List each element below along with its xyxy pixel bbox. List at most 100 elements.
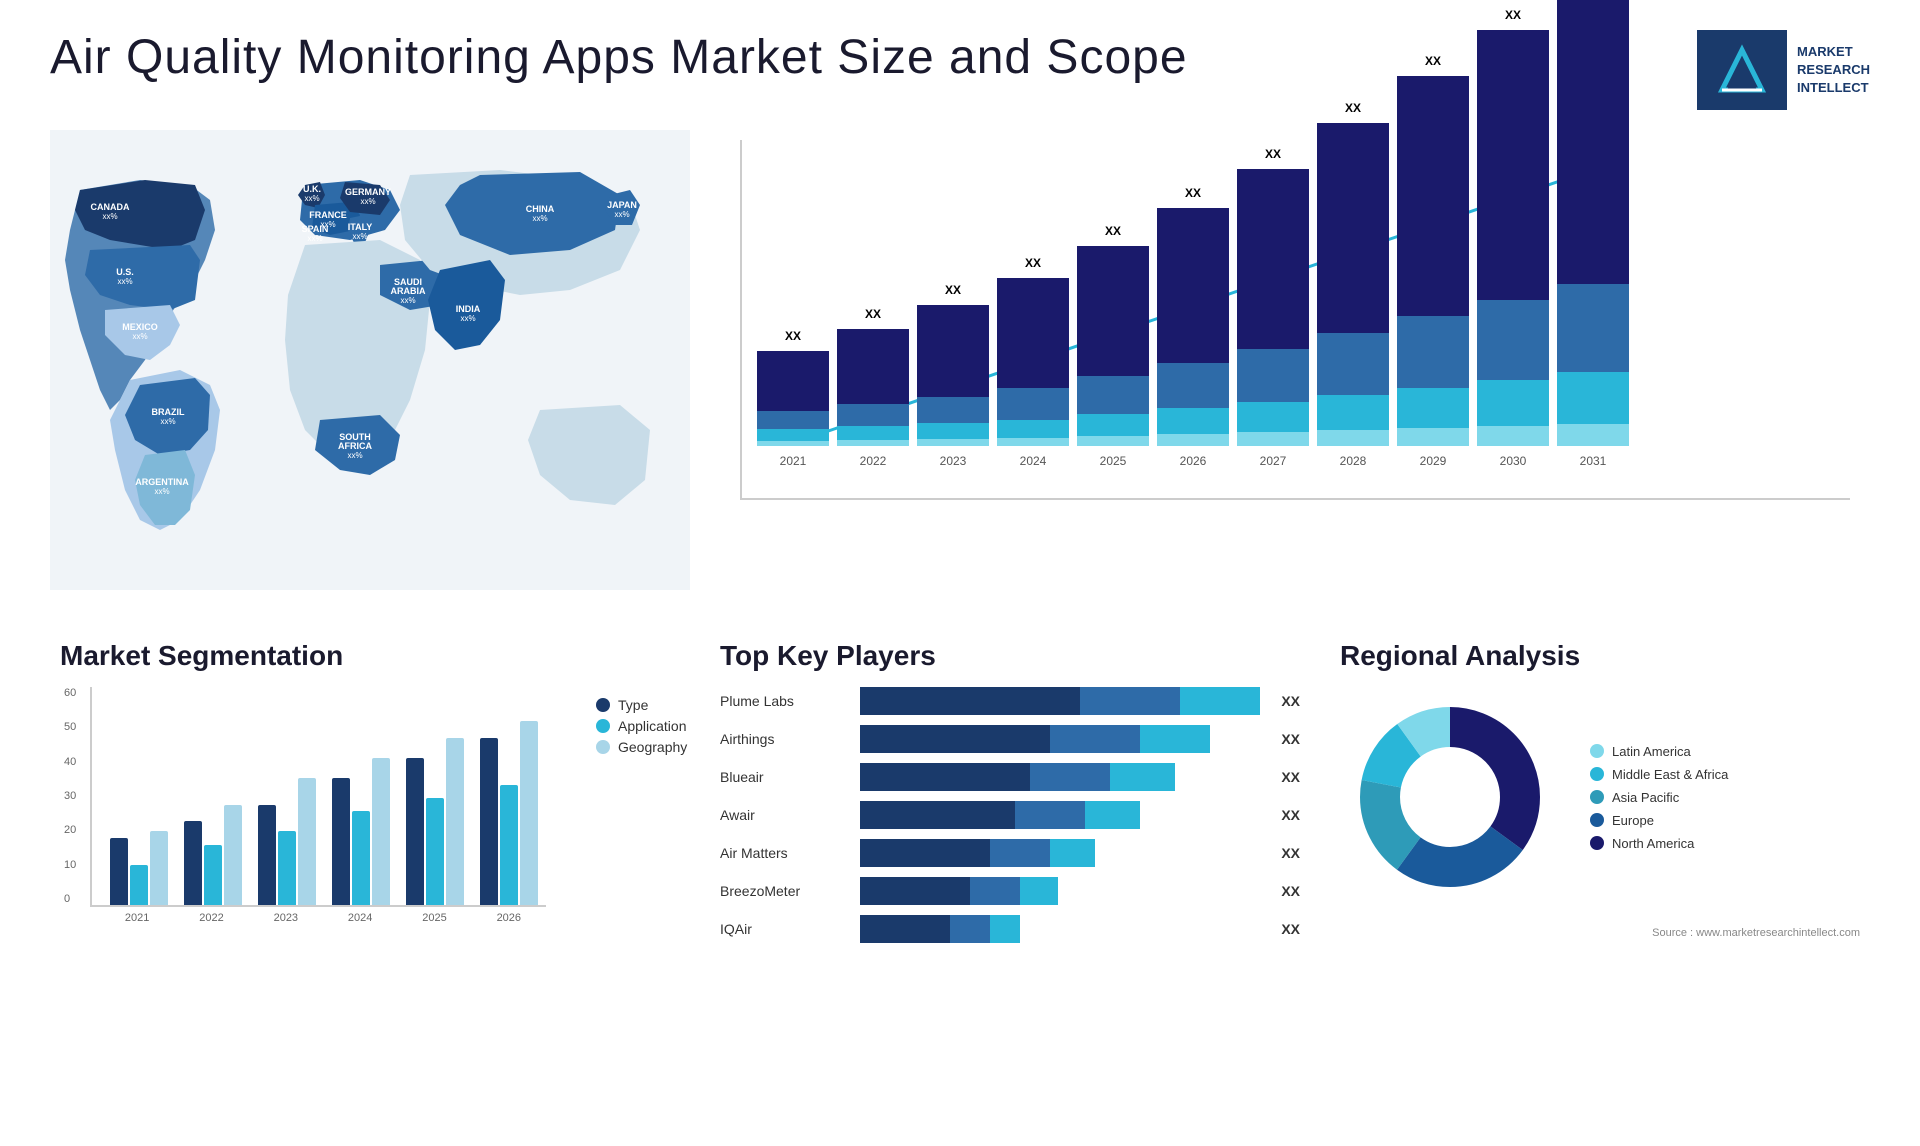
svg-text:xx%: xx% [154, 487, 169, 496]
player-name-blueair: Blueair [720, 769, 850, 785]
seg-bar-group-2021 [110, 831, 168, 905]
legend-asia-pacific: Asia Pacific [1590, 790, 1728, 805]
seg-bar-app-2022 [204, 845, 222, 905]
svg-text:AFRICA: AFRICA [338, 441, 372, 451]
source-text: Source : www.marketresearchintellect.com [1340, 927, 1860, 939]
logo-area: MARKET RESEARCH INTELLECT [1697, 30, 1870, 110]
svg-text:GERMANY: GERMANY [345, 187, 391, 197]
svg-text:xx%: xx% [352, 232, 367, 241]
legend-label-asia-pacific: Asia Pacific [1612, 790, 1679, 805]
player-bar-plume [860, 687, 1263, 715]
seg-bar-app-2024 [352, 811, 370, 905]
legend-north-america: North America [1590, 836, 1728, 851]
year-label-2029: 2029 [1420, 454, 1447, 468]
player-val-blueair: XX [1281, 769, 1300, 785]
player-bar-airmatters [860, 839, 1263, 867]
bar-2028: XX 2028 [1317, 123, 1389, 468]
year-label-2024: 2024 [1020, 454, 1047, 468]
bar-chart-section: XX 2021 XX [700, 130, 1870, 610]
svg-text:xx%: xx% [304, 194, 319, 203]
svg-text:xx%: xx% [160, 417, 175, 426]
legend-dot-north-america [1590, 836, 1604, 850]
seg-bar-group-2025 [406, 738, 464, 905]
seg-bar-app-2026 [500, 785, 518, 905]
seg-x-2026: 2026 [497, 912, 521, 924]
player-name-iqair: IQAir [720, 921, 850, 937]
legend-label-latin-america: Latin America [1612, 744, 1691, 759]
player-row-airthings: Airthings XX [720, 725, 1300, 753]
player-name-breezometer: BreezoMeter [720, 883, 850, 899]
segmentation-title: Market Segmentation [60, 640, 680, 672]
svg-text:BRAZIL: BRAZIL [152, 407, 185, 417]
bar-xx-2021: XX [785, 329, 801, 343]
legend-label-geography: Geography [618, 739, 687, 755]
year-label-2027: 2027 [1260, 454, 1287, 468]
player-val-breezometer: XX [1281, 883, 1300, 899]
bar-xx-2026: XX [1185, 186, 1201, 200]
svg-text:SPAIN: SPAIN [302, 224, 329, 234]
segmentation-chart: 60 50 40 30 20 10 0 [90, 687, 546, 907]
bar-xx-2023: XX [945, 283, 961, 297]
legend-dot-geography [596, 740, 610, 754]
bar-2025: XX 2025 [1077, 246, 1149, 468]
year-label-2023: 2023 [940, 454, 967, 468]
seg-bar-type-2024 [332, 778, 350, 905]
players-list: Plume Labs XX Airthings [720, 687, 1300, 943]
player-row-iqair: IQAir XX [720, 915, 1300, 943]
player-val-airmatters: XX [1281, 845, 1300, 861]
legend-dot-type [596, 698, 610, 712]
players-title: Top Key Players [720, 640, 1300, 672]
legend-europe: Europe [1590, 813, 1728, 828]
donut-container: Latin America Middle East & Africa Asia … [1340, 687, 1860, 907]
logo-line2: RESEARCH [1797, 61, 1870, 79]
seg-x-2024: 2024 [348, 912, 372, 924]
svg-text:MEXICO: MEXICO [122, 322, 158, 332]
player-val-awair: XX [1281, 807, 1300, 823]
svg-text:xx%: xx% [117, 277, 132, 286]
player-bar-breezometer [860, 877, 1263, 905]
legend-dot-asia-pacific [1590, 790, 1604, 804]
legend-latin-america: Latin America [1590, 744, 1728, 759]
player-bar-blueair [860, 763, 1263, 791]
logo-line3: INTELLECT [1797, 79, 1870, 97]
player-row-plume: Plume Labs XX [720, 687, 1300, 715]
map-section: CANADA xx% U.S. xx% MEXICO xx% BRAZIL xx… [50, 130, 690, 610]
player-bar-awair [860, 801, 1263, 829]
svg-text:U.S.: U.S. [116, 267, 134, 277]
segmentation-section: Market Segmentation 60 50 40 30 20 10 0 [50, 630, 690, 963]
seg-bar-geo-2025 [446, 738, 464, 905]
svg-text:CHINA: CHINA [526, 204, 555, 214]
seg-bar-type-2023 [258, 805, 276, 905]
legend-type: Type [596, 697, 687, 713]
bar-xx-2024: XX [1025, 256, 1041, 270]
player-name-airmatters: Air Matters [720, 845, 850, 861]
svg-text:xx%: xx% [132, 332, 147, 341]
bar-2022: XX 2022 [837, 329, 909, 468]
legend-label-north-america: North America [1612, 836, 1694, 851]
year-label-2022: 2022 [860, 454, 887, 468]
bottom-grid: Market Segmentation 60 50 40 30 20 10 0 [50, 630, 1870, 963]
bar-xx-2022: XX [865, 307, 881, 321]
logo-text: MARKET RESEARCH INTELLECT [1797, 43, 1870, 98]
content-grid: CANADA xx% U.S. xx% MEXICO xx% BRAZIL xx… [50, 130, 1870, 963]
player-row-awair: Awair XX [720, 801, 1300, 829]
svg-text:xx%: xx% [102, 212, 117, 221]
player-name-awair: Awair [720, 807, 850, 823]
bar-xx-2028: XX [1345, 101, 1361, 115]
svg-text:FRANCE: FRANCE [309, 210, 347, 220]
legend-dot-middle-east [1590, 767, 1604, 781]
player-val-iqair: XX [1281, 921, 1300, 937]
seg-bar-type-2022 [184, 821, 202, 905]
seg-bar-geo-2023 [298, 778, 316, 905]
seg-y-labels: 60 50 40 30 20 10 0 [64, 687, 76, 905]
svg-text:JAPAN: JAPAN [607, 200, 637, 210]
year-label-2030: 2030 [1500, 454, 1527, 468]
logo-icon [1697, 30, 1787, 110]
seg-x-2023: 2023 [274, 912, 298, 924]
svg-text:ITALY: ITALY [348, 222, 373, 232]
seg-bar-geo-2024 [372, 758, 390, 905]
year-label-2021: 2021 [780, 454, 807, 468]
svg-text:xx%: xx% [532, 214, 547, 223]
player-row-blueair: Blueair XX [720, 763, 1300, 791]
seg-bar-type-2026 [480, 738, 498, 905]
